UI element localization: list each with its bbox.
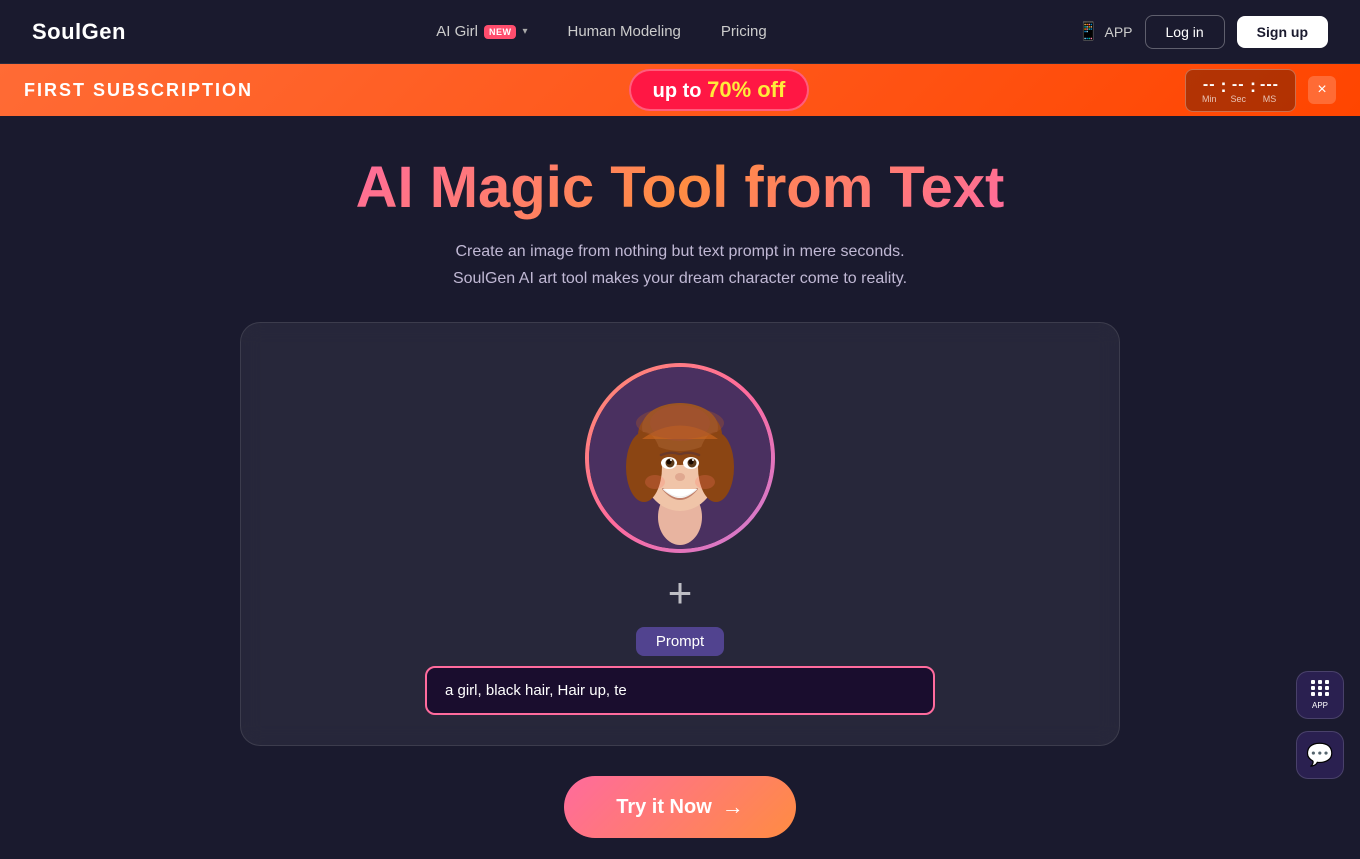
avatar <box>589 367 771 549</box>
prompt-label: Prompt <box>636 627 724 656</box>
promo-text: FIRST SUBSCRIPTION <box>24 80 253 101</box>
floating-chat-button[interactable]: 💬 <box>1296 731 1344 779</box>
timer-sec: -- Sec <box>1231 76 1247 104</box>
signup-button[interactable]: Sign up <box>1237 16 1328 48</box>
avatar-container <box>585 363 775 553</box>
page-title: AI Magic Tool from Text <box>356 156 1005 220</box>
try-it-now-button[interactable]: Try it Now → <box>564 776 796 838</box>
timer-colon-1: : <box>1221 76 1227 97</box>
countdown-timer: -- Min : -- Sec : --- MS <box>1185 69 1296 112</box>
navbar: SoulGen AI Girl NEW ▾ Human Modeling Pri… <box>0 0 1360 64</box>
timer-ms: --- MS <box>1260 76 1279 104</box>
chevron-down-icon: ▾ <box>522 26 527 37</box>
nav-item-pricing[interactable]: Pricing <box>721 23 767 40</box>
brand-logo[interactable]: SoulGen <box>32 19 126 45</box>
main-content: AI Magic Tool from Text Create an image … <box>0 116 1360 838</box>
nav-item-human-modeling[interactable]: Human Modeling <box>567 23 680 40</box>
promo-right: -- Min : -- Sec : --- MS × <box>1185 69 1336 112</box>
hero-subtitle: Create an image from nothing but text pr… <box>453 238 907 292</box>
close-button[interactable]: × <box>1308 76 1336 104</box>
timer-colon-2: : <box>1250 76 1256 97</box>
promo-discount-badge[interactable]: up to 70% off <box>629 69 810 111</box>
floating-app-label: APP <box>1312 701 1328 710</box>
app-link[interactable]: 📱 APP <box>1077 21 1132 42</box>
nav-center: AI Girl NEW ▾ Human Modeling Pricing <box>436 23 766 40</box>
login-button[interactable]: Log in <box>1145 15 1225 49</box>
smartphone-icon: 📱 <box>1077 21 1099 42</box>
chat-icon: 💬 <box>1306 742 1333 768</box>
arrow-icon: → <box>722 794 744 820</box>
nav-right: 📱 APP Log in Sign up <box>1077 15 1328 49</box>
cta-section: Try it Now → <box>564 776 796 838</box>
prompt-input[interactable] <box>425 666 935 715</box>
floating-app-button[interactable]: APP <box>1296 671 1344 719</box>
promo-banner: FIRST SUBSCRIPTION up to 70% off -- Min … <box>0 64 1360 116</box>
timer-min: -- Min <box>1202 76 1217 104</box>
demo-card: + Prompt <box>240 322 1120 746</box>
grid-icon <box>1311 680 1330 696</box>
plus-icon[interactable]: + <box>668 569 693 617</box>
nav-item-ai-girl[interactable]: AI Girl NEW ▾ <box>436 23 527 40</box>
